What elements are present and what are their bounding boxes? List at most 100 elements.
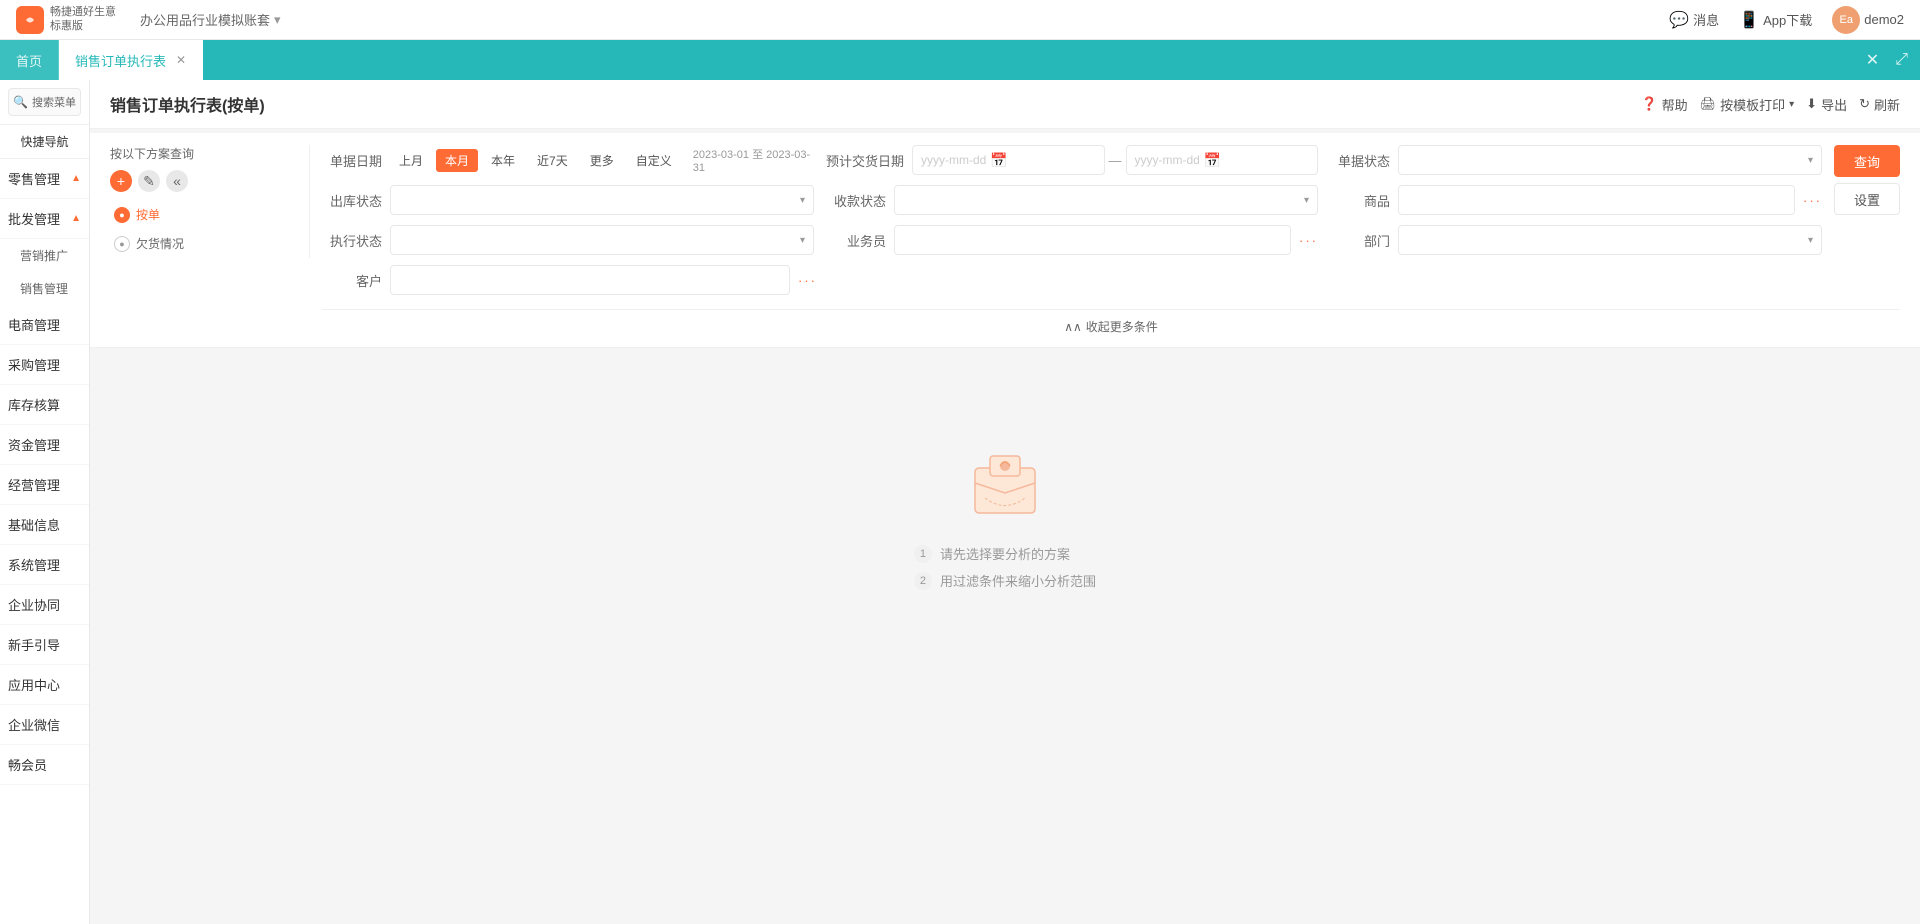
- calendar-start-icon[interactable]: 📅: [990, 152, 1007, 169]
- exec-status-label: 执行状态: [322, 231, 382, 250]
- sidebar-item-sales-mgmt[interactable]: 销售管理: [0, 272, 89, 305]
- payment-status-dropdown[interactable]: ▾: [894, 185, 1318, 215]
- delivery-date-group: 预计交货日期 yyyy-mm-dd 📅 —: [826, 145, 1318, 175]
- calendar-end-icon[interactable]: 📅: [1204, 152, 1221, 169]
- salesperson-input[interactable]: [894, 225, 1291, 255]
- product-input[interactable]: [1398, 185, 1795, 215]
- date-label: 单据日期: [322, 151, 382, 170]
- dept-group: 部门 ▾: [1330, 225, 1822, 255]
- chevron-down-icon: ▾: [1808, 235, 1813, 246]
- sidebar-search-area: 🔍 搜索菜单: [0, 80, 89, 125]
- tab-home[interactable]: 首页: [0, 40, 59, 80]
- customer-label: 客户: [322, 271, 382, 290]
- sidebar-item-newbie[interactable]: 新手引导: [0, 625, 89, 665]
- salesperson-group: 业务员 ···: [826, 225, 1318, 255]
- tab-sales-order[interactable]: 销售订单执行表 ✕: [59, 40, 203, 80]
- sidebar-item-member[interactable]: 畅会员: [0, 745, 89, 785]
- customer-input[interactable]: [390, 265, 790, 295]
- sidebar-item-app-center[interactable]: 应用中心: [0, 665, 89, 705]
- chevron-down-icon: ▾: [1808, 155, 1813, 166]
- refresh-icon: ↻: [1859, 96, 1870, 112]
- empty-step-1: 1 请先选择要分析的方案: [914, 544, 1096, 563]
- sidebar-item-operations[interactable]: 经营管理: [0, 465, 89, 505]
- empty-steps: 1 请先选择要分析的方案 2 用过滤条件来缩小分析范围: [914, 544, 1096, 590]
- sidebar-item-wechat[interactable]: 企业微信: [0, 705, 89, 745]
- product-group: 商品 ···: [1330, 185, 1822, 215]
- chevron-down-icon: ▾: [1304, 195, 1309, 206]
- product-more-icon[interactable]: ···: [1803, 193, 1822, 208]
- payment-status-group: 收款状态 ▾: [826, 185, 1318, 215]
- collapse-scheme-btn[interactable]: «: [166, 170, 188, 192]
- edit-scheme-btn[interactable]: ✎: [138, 170, 160, 192]
- sidebar-item-shortcut[interactable]: 快捷导航: [0, 125, 89, 159]
- settings-button[interactable]: 设置: [1834, 183, 1900, 215]
- sidebar-item-enterprise[interactable]: 企业协同: [0, 585, 89, 625]
- sidebar-item-retail[interactable]: 零售管理 ▲: [0, 159, 89, 199]
- status-dropdown[interactable]: ▾: [1398, 145, 1822, 175]
- filter-row-1: 单据日期 上月 本月 本年 近7天 更多 自定义: [322, 145, 1822, 175]
- sidebar-item-purchase[interactable]: 采购管理: [0, 345, 89, 385]
- user-menu[interactable]: Ea demo2: [1832, 6, 1904, 34]
- print-btn[interactable]: 🖨 按模板打印 ▾: [1700, 95, 1795, 114]
- breadcrumb[interactable]: 办公用品行业模拟账套 ▾: [140, 10, 281, 29]
- sidebar-item-basics[interactable]: 基础信息: [0, 505, 89, 545]
- message-btn[interactable]: 💬 消息: [1669, 10, 1719, 30]
- customer-more-icon[interactable]: ···: [798, 273, 817, 288]
- dept-dropdown[interactable]: ▾: [1398, 225, 1822, 255]
- chevron-up-icon: ▲: [71, 173, 81, 184]
- sidebar-item-inventory[interactable]: 库存核算: [0, 385, 89, 425]
- search-menu-btn[interactable]: 🔍 搜索菜单: [8, 88, 81, 116]
- collapse-btn[interactable]: ∧∧ 收起更多条件: [322, 309, 1900, 335]
- filter-row-3: 执行状态 ▾ 业务员 ···: [322, 225, 1822, 255]
- filter-main: 单据日期 上月 本月 本年 近7天 更多 自定义: [322, 145, 1900, 335]
- delivery-status-label: 出库状态: [322, 191, 382, 210]
- date-more[interactable]: 更多: [581, 149, 623, 172]
- filter-section: 按以下方案查询 + ✎ «: [90, 133, 1920, 348]
- step-2-number: 2: [914, 572, 932, 590]
- date-custom[interactable]: 自定义: [627, 149, 681, 172]
- date-last-7[interactable]: 近7天: [528, 149, 577, 172]
- page-title-bar: 销售订单执行表(按单) ❓ 帮助 🖨 按模板打印 ▾ ⬇: [90, 80, 1920, 129]
- tab-close-icon[interactable]: ✕: [176, 53, 186, 67]
- scheme-by-debt[interactable]: ● 欠货情况: [110, 229, 297, 258]
- filter-layout: 按以下方案查询 + ✎ «: [110, 145, 1900, 335]
- delivery-date-start[interactable]: yyyy-mm-dd 📅: [912, 145, 1105, 175]
- page-title: 销售订单执行表(按单): [110, 92, 265, 116]
- customer-group: 客户 ···: [322, 265, 817, 295]
- export-btn[interactable]: ⬇ 导出: [1806, 95, 1847, 114]
- date-this-year[interactable]: 本年: [482, 149, 524, 172]
- chevron-down-icon: ▾: [800, 195, 805, 206]
- scheme-by-order[interactable]: ● 按单: [110, 200, 297, 229]
- date-group: 单据日期 上月 本月 本年 近7天 更多 自定义: [322, 146, 814, 174]
- date-range-display: 2023-03-01 至 2023-03-31: [693, 146, 814, 174]
- tab-close-window-btn[interactable]: ✕: [1862, 46, 1883, 74]
- sidebar-item-ecommerce[interactable]: 电商管理: [0, 305, 89, 345]
- help-btn[interactable]: ❓ 帮助: [1641, 95, 1687, 114]
- sidebar-item-marketing[interactable]: 营销推广: [0, 239, 89, 272]
- print-icon: 🖨: [1700, 96, 1717, 112]
- app-download-icon: 📱: [1739, 10, 1759, 30]
- dept-label: 部门: [1330, 231, 1390, 250]
- avatar: Ea: [1832, 6, 1860, 34]
- date-this-month[interactable]: 本月: [436, 149, 478, 172]
- query-button[interactable]: 查询: [1834, 145, 1900, 177]
- sidebar-item-finance[interactable]: 资金管理: [0, 425, 89, 465]
- salesperson-more-icon[interactable]: ···: [1299, 233, 1318, 248]
- app-download-btn[interactable]: 📱 App下载: [1739, 10, 1812, 30]
- add-scheme-btn[interactable]: +: [110, 170, 132, 192]
- sidebar-item-wholesale[interactable]: 批发管理 ▲: [0, 199, 89, 239]
- content: 销售订单执行表(按单) ❓ 帮助 🖨 按模板打印 ▾ ⬇: [90, 80, 1920, 924]
- status-label: 单据状态: [1330, 151, 1390, 170]
- filter-row-2: 出库状态 ▾ 收款状态: [322, 185, 1822, 215]
- logo-area: 畅捷通好生意 标惠版: [16, 6, 116, 34]
- refresh-btn[interactable]: ↻ 刷新: [1859, 95, 1900, 114]
- delivery-status-dropdown[interactable]: ▾: [390, 185, 814, 215]
- filter-row-4: 客户 ···: [322, 265, 1822, 295]
- chevron-up-icon: ▲: [71, 213, 81, 224]
- exec-status-dropdown[interactable]: ▾: [390, 225, 814, 255]
- delivery-date-end[interactable]: yyyy-mm-dd 📅: [1126, 145, 1319, 175]
- date-last-month[interactable]: 上月: [390, 149, 432, 172]
- sidebar-item-system[interactable]: 系统管理: [0, 545, 89, 585]
- tab-expand-btn[interactable]: ⤢: [1891, 47, 1912, 73]
- chevron-down-icon: ▾: [800, 235, 805, 246]
